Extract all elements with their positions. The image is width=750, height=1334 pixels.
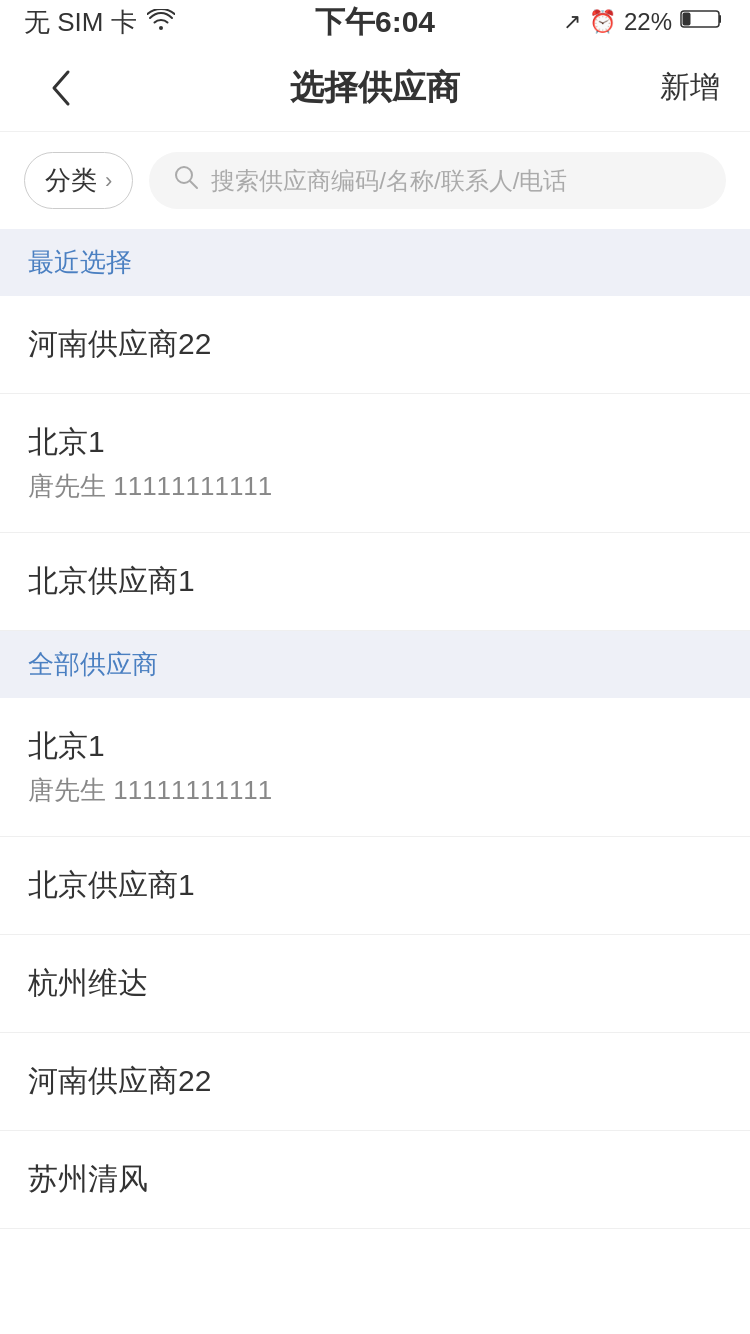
status-left: 无 SIM 卡	[24, 5, 175, 40]
battery-icon	[680, 8, 726, 36]
list-item[interactable]: 杭州维达	[0, 935, 750, 1033]
back-button[interactable]	[30, 58, 90, 118]
list-item[interactable]: 北京供应商1	[0, 837, 750, 935]
add-button[interactable]: 新增	[660, 67, 720, 108]
svg-rect-1	[683, 13, 691, 26]
category-label: 分类	[45, 163, 97, 198]
item-name: 河南供应商22	[28, 324, 722, 365]
page-title: 选择供应商	[290, 65, 460, 111]
list-item[interactable]: 河南供应商22	[0, 296, 750, 394]
list-item[interactable]: 北京1 唐先生 11111111111	[0, 698, 750, 837]
item-sub: 唐先生 11111111111	[28, 773, 722, 808]
item-name: 河南供应商22	[28, 1061, 722, 1102]
category-button[interactable]: 分类 ›	[24, 152, 133, 209]
all-items-list: 北京1 唐先生 11111111111 北京供应商1 杭州维达 河南供应商22 …	[0, 698, 750, 1229]
item-name: 北京1	[28, 726, 722, 767]
status-bar: 无 SIM 卡 下午6:04 ↗ ⏰ 22%	[0, 0, 750, 44]
wifi-icon	[147, 7, 175, 38]
recent-section-label: 最近选择	[28, 247, 132, 277]
list-item[interactable]: 北京1 唐先生 11111111111	[0, 394, 750, 533]
item-name: 北京1	[28, 422, 722, 463]
nav-bar: 选择供应商 新增	[0, 44, 750, 132]
item-sub: 唐先生 11111111111	[28, 469, 722, 504]
location-icon: ↗	[563, 9, 581, 35]
item-name: 北京供应商1	[28, 865, 722, 906]
search-box	[149, 152, 726, 209]
alarm-icon: ⏰	[589, 9, 616, 35]
search-input[interactable]	[211, 165, 702, 196]
item-name: 北京供应商1	[28, 561, 722, 602]
chevron-right-icon: ›	[105, 168, 112, 194]
list-item[interactable]: 北京供应商1	[0, 533, 750, 631]
item-name: 苏州清风	[28, 1159, 722, 1200]
battery-text: 22%	[624, 8, 672, 36]
status-time: 下午6:04	[315, 2, 435, 43]
status-right: ↗ ⏰ 22%	[563, 8, 726, 36]
no-sim-text: 无 SIM 卡	[24, 5, 137, 40]
all-section-label: 全部供应商	[28, 649, 158, 679]
all-section-header: 全部供应商	[0, 631, 750, 698]
list-item[interactable]: 河南供应商22	[0, 1033, 750, 1131]
item-name: 杭州维达	[28, 963, 722, 1004]
search-icon	[173, 164, 199, 197]
list-item[interactable]: 苏州清风	[0, 1131, 750, 1229]
filter-bar: 分类 ›	[0, 132, 750, 229]
recent-section-header: 最近选择	[0, 229, 750, 296]
recent-items-list: 河南供应商22 北京1 唐先生 11111111111 北京供应商1	[0, 296, 750, 631]
